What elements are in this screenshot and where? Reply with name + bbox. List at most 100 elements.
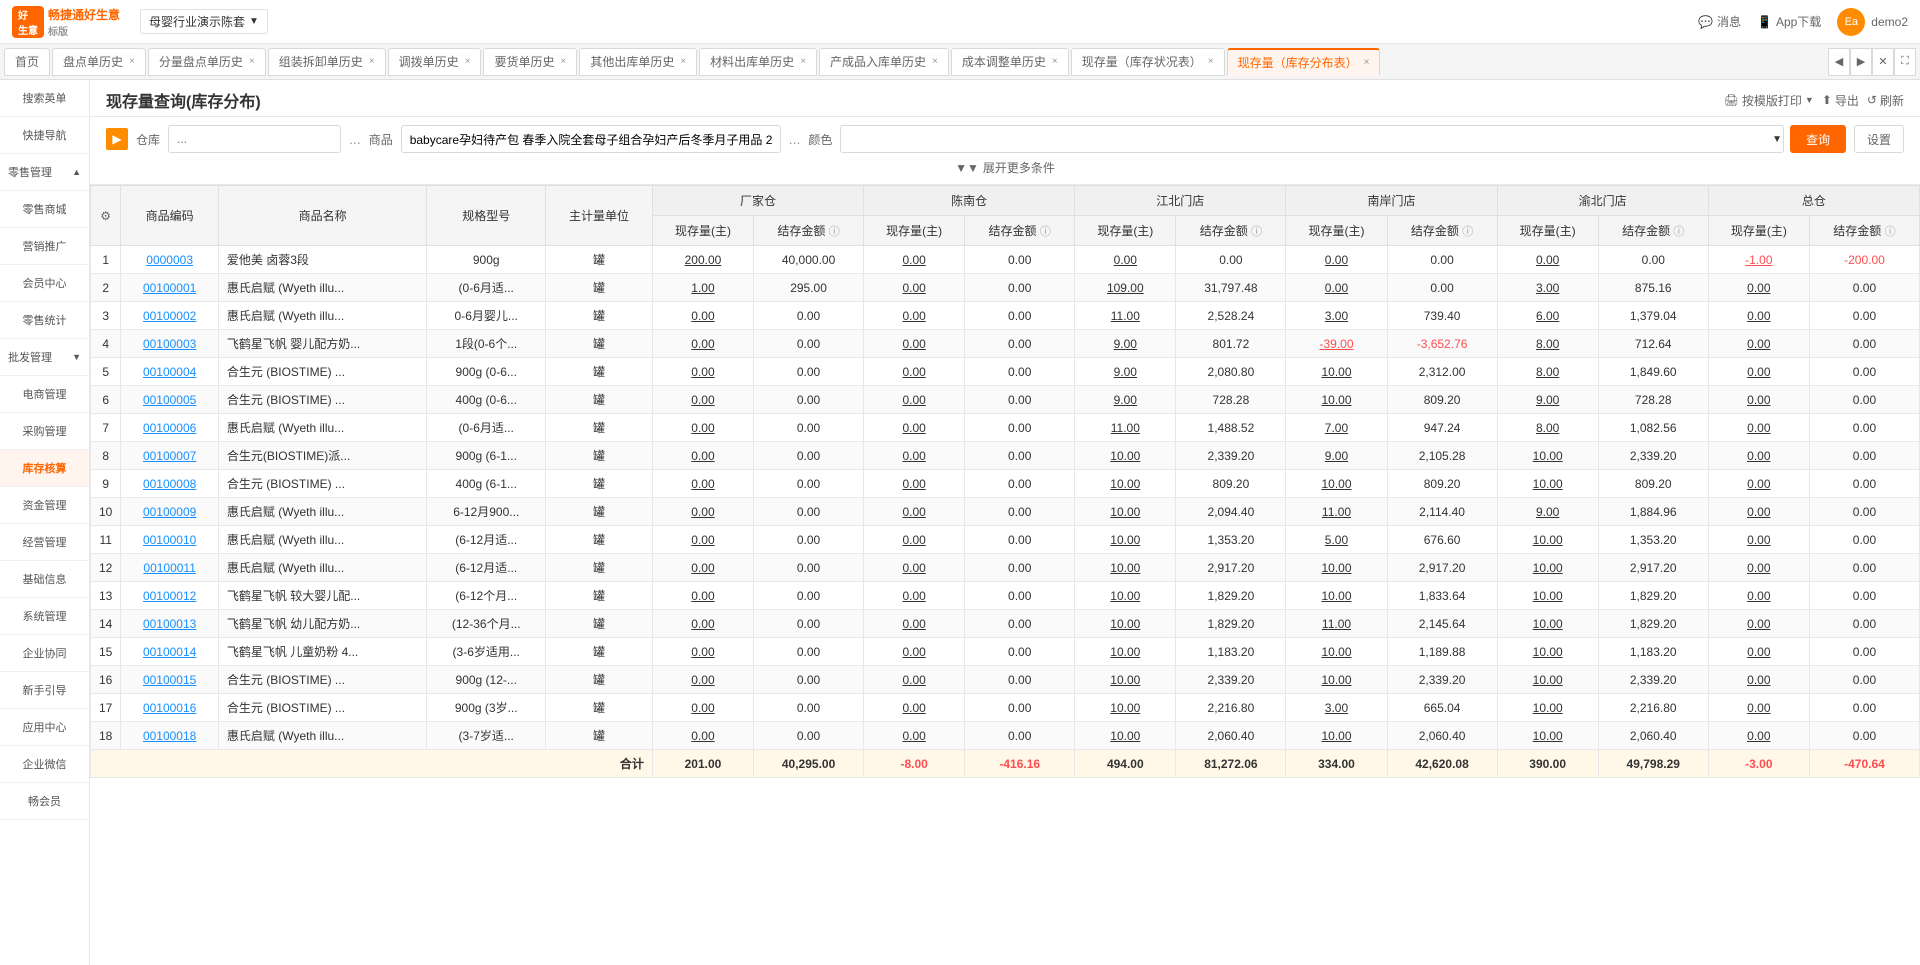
color-input[interactable] xyxy=(840,125,1784,153)
close-tab-transfer[interactable]: × xyxy=(465,56,471,67)
cell-index: 1 xyxy=(91,246,121,274)
system-selector[interactable]: 母婴行业演示陈套 ▼ xyxy=(140,9,268,34)
cell-total-bal: 0.00 xyxy=(1809,386,1919,414)
sidebar-item-guide[interactable]: 新手引导 xyxy=(0,672,89,709)
cell-factory-bal: 0.00 xyxy=(754,694,864,722)
sidebar-item-ecommerce[interactable]: 电商管理 xyxy=(0,376,89,413)
sidebar-item-member2[interactable]: 畅会员 xyxy=(0,783,89,820)
cell-nanan-cur: -39.00 xyxy=(1286,330,1387,358)
page-title: 现存量查询(库存分布) xyxy=(106,88,261,112)
tab-stock-status[interactable]: 现存量（库存状况表） × xyxy=(1071,48,1225,76)
cell-total-cur: -1.00 xyxy=(1708,246,1809,274)
user-area[interactable]: Ea demo2 xyxy=(1837,8,1908,36)
tab-expand-btn[interactable]: ⛶ xyxy=(1894,48,1916,76)
cell-total-bal: 0.00 xyxy=(1809,554,1919,582)
cell-total-bal: 0.00 xyxy=(1809,666,1919,694)
tab-close-btn[interactable]: ✕ xyxy=(1872,48,1894,76)
close-tab-inventory2[interactable]: × xyxy=(249,56,255,67)
close-tab-stock-dist[interactable]: × xyxy=(1364,57,1370,68)
sidebar-item-retail-stats[interactable]: 零售统计 xyxy=(0,302,89,339)
filter-toggle-btn[interactable]: ▶ xyxy=(106,128,128,150)
th-chennan-bal: 结存金额 ⓘ xyxy=(965,216,1075,246)
tab-other-out[interactable]: 其他出库单历史 × xyxy=(579,48,697,76)
settings-icon[interactable]: ⚙ xyxy=(100,209,111,223)
tab-home[interactable]: 首页 xyxy=(4,48,50,76)
sidebar-item-inventory[interactable]: 库存核算 xyxy=(0,450,89,487)
tab-transfer[interactable]: 调拨单历史 × xyxy=(388,48,482,76)
cell-code: 00100013 xyxy=(121,610,219,638)
close-tab-material-out[interactable]: × xyxy=(800,56,806,67)
sidebar-item-marketing[interactable]: 营销推广 xyxy=(0,228,89,265)
cell-name: 飞鹤星飞帆 儿童奶粉 4... xyxy=(218,638,426,666)
cell-total-cur: 0.00 xyxy=(1708,442,1809,470)
cell-factory-cur: 0.00 xyxy=(652,582,753,610)
sidebar-item-enterprise[interactable]: 企业协同 xyxy=(0,635,89,672)
tab-material-out[interactable]: 材料出库单历史 × xyxy=(699,48,817,76)
th-code: 商品编码 xyxy=(121,186,219,246)
tab-order[interactable]: 要货单历史 × xyxy=(483,48,577,76)
tab-next-btn[interactable]: ▶ xyxy=(1850,48,1872,76)
warehouse-input[interactable] xyxy=(168,125,341,153)
sidebar-item-app-center[interactable]: 应用中心 xyxy=(0,709,89,746)
message-btn[interactable]: 💬 消息 xyxy=(1698,13,1741,30)
close-tab-product-in[interactable]: × xyxy=(932,56,938,67)
cell-jiangbei-cur: 10.00 xyxy=(1075,470,1176,498)
cell-name: 惠氏启赋 (Wyeth illu... xyxy=(218,526,426,554)
warehouse-dots-btn[interactable]: ... xyxy=(349,131,361,147)
close-tab-cost-adjust[interactable]: × xyxy=(1052,56,1058,67)
table-row: 1 0000003 爱他美 卤蓉3段 900g 罐 200.00 40,000.… xyxy=(91,246,1920,274)
export-btn[interactable]: ⬆ 导出 xyxy=(1822,92,1859,109)
cell-jiangbei-cur: 10.00 xyxy=(1075,694,1176,722)
tab-inventory1[interactable]: 盘点单历史 × xyxy=(52,48,146,76)
cell-jiangbei-cur: 0.00 xyxy=(1075,246,1176,274)
tab-stock-dist[interactable]: 现存量（库存分布表） × xyxy=(1227,48,1381,76)
cell-factory-cur: 0.00 xyxy=(652,302,753,330)
cell-yubei-bal: 1,884.96 xyxy=(1598,498,1708,526)
sidebar-item-shortcut[interactable]: 快捷导航 xyxy=(0,117,89,154)
print-btn[interactable]: 🖨 按模版打印 ▼ xyxy=(1724,92,1814,109)
cell-jiangbei-cur: 9.00 xyxy=(1075,386,1176,414)
close-tab-inventory1[interactable]: × xyxy=(129,56,135,67)
sidebar-item-search[interactable]: 搜索英单 xyxy=(0,80,89,117)
cell-yubei-cur: 10.00 xyxy=(1497,666,1598,694)
tab-prev-btn[interactable]: ◀ xyxy=(1828,48,1850,76)
sidebar-item-purchase[interactable]: 采购管理 xyxy=(0,413,89,450)
settings-btn[interactable]: 设置 xyxy=(1854,125,1904,153)
cell-index: 11 xyxy=(91,526,121,554)
sidebar-item-system[interactable]: 系统管理 xyxy=(0,598,89,635)
cell-chennan-bal: 0.00 xyxy=(965,638,1075,666)
sidebar-item-operations[interactable]: 经营管理 xyxy=(0,524,89,561)
close-tab-stock-status[interactable]: × xyxy=(1208,56,1214,67)
sidebar-item-finance[interactable]: 资金管理 xyxy=(0,487,89,524)
tab-cost-adjust[interactable]: 成本调整单历史 × xyxy=(951,48,1069,76)
sidebar-item-wechat[interactable]: 企业微信 xyxy=(0,746,89,783)
sidebar-item-member[interactable]: 会员中心 xyxy=(0,265,89,302)
th-settings[interactable]: ⚙ xyxy=(91,186,121,246)
app-download-btn[interactable]: 📱 App下载 xyxy=(1757,13,1821,30)
cell-factory-cur: 1.00 xyxy=(652,274,753,302)
tab-product-in[interactable]: 产成品入库单历史 × xyxy=(819,48,949,76)
product-input[interactable] xyxy=(401,125,781,153)
cell-total-bal: 0.00 xyxy=(1809,610,1919,638)
close-tab-order[interactable]: × xyxy=(560,56,566,67)
cell-index: 14 xyxy=(91,610,121,638)
cell-unit: 罐 xyxy=(546,554,653,582)
tab-inventory2[interactable]: 分量盘点单历史 × xyxy=(148,48,266,76)
cell-code: 00100008 xyxy=(121,470,219,498)
sidebar-item-retail-mgmt[interactable]: 零售管理 ▲ xyxy=(0,154,89,191)
footer-chennan-cur: -8.00 xyxy=(864,750,965,778)
close-tab-other-out[interactable]: × xyxy=(680,56,686,67)
cell-factory-cur: 0.00 xyxy=(652,638,753,666)
sidebar-item-wholesale[interactable]: 批发管理 ▼ xyxy=(0,339,89,376)
expand-conditions-btn[interactable]: ▼▼ 展开更多条件 xyxy=(955,159,1055,176)
close-tab-assembly[interactable]: × xyxy=(369,56,375,67)
sidebar-item-retail-mall[interactable]: 零售商城 xyxy=(0,191,89,228)
refresh-btn[interactable]: ↺ 刷新 xyxy=(1867,92,1904,109)
product-dots-btn[interactable]: ... xyxy=(789,131,801,147)
query-btn[interactable]: 查询 xyxy=(1790,125,1846,153)
sidebar-item-basic[interactable]: 基础信息 xyxy=(0,561,89,598)
message-icon: 💬 xyxy=(1698,15,1713,29)
cell-spec: 0-6月婴儿... xyxy=(427,302,546,330)
cell-total-bal: -200.00 xyxy=(1809,246,1919,274)
tab-assembly[interactable]: 组装拆卸单历史 × xyxy=(268,48,386,76)
